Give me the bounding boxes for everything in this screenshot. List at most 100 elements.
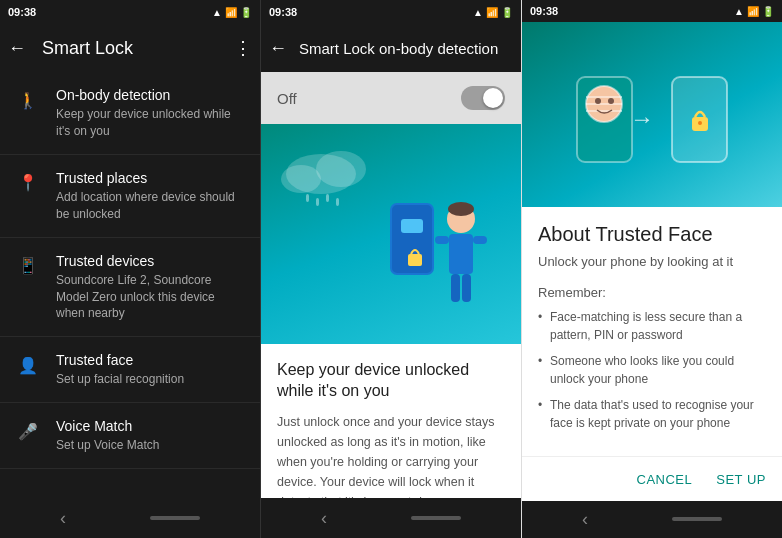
about-subtitle: Unlock your phone by looking at it [538, 254, 766, 269]
signal-icon: 📶 [225, 7, 237, 18]
remember-label: Remember: [538, 285, 766, 300]
status-bar-1: 09:38 ▲ 📶 🔋 [0, 0, 260, 24]
status-bar-2: 09:38 ▲ 📶 🔋 [261, 0, 521, 24]
home-indicator-3[interactable] [672, 517, 722, 521]
svg-rect-16 [462, 274, 471, 302]
trusted-places-subtitle: Add location where device should be unlo… [56, 189, 244, 223]
trusted-face-title: Trusted face [56, 351, 184, 369]
bullet-item-1: Face-matching is less secure than a patt… [538, 308, 766, 344]
panel-smart-lock: 09:38 ▲ 📶 🔋 ← Smart Lock ⋮ 🚶 On-body det… [0, 0, 261, 538]
back-nav-icon-2[interactable]: ‹ [321, 508, 327, 529]
trusted-places-text: Trusted places Add location where device… [56, 169, 244, 223]
home-indicator-2[interactable] [411, 516, 461, 520]
status-icons-3: ▲ 📶 🔋 [734, 6, 774, 17]
svg-rect-3 [306, 194, 309, 202]
wifi-icon: ▲ [212, 7, 222, 18]
toggle-label: Off [277, 90, 297, 107]
on-body-icon: 🚶 [16, 88, 40, 112]
trusted-face-text: Trusted face Set up facial recognition [56, 351, 184, 388]
svg-rect-8 [401, 219, 423, 233]
bullet-item-2: Someone who looks like you could unlock … [538, 352, 766, 388]
signal-icon-2: 📶 [486, 7, 498, 18]
trusted-devices-text: Trusted devices Soundcore Life 2, Soundc… [56, 252, 244, 323]
panel1-title: Smart Lock [42, 38, 218, 59]
svg-rect-5 [326, 194, 329, 202]
more-button-1[interactable]: ⋮ [234, 37, 252, 59]
signal-icon-3: 📶 [747, 6, 759, 17]
bottom-nav-1: ‹ [0, 498, 260, 538]
svg-point-23 [608, 98, 614, 104]
trusted-devices-title: Trusted devices [56, 252, 244, 270]
menu-item-on-body[interactable]: 🚶 On-body detection Keep your device unl… [0, 72, 260, 155]
top-bar-2: ← Smart Lock on-body detection [261, 24, 521, 72]
voice-match-subtitle: Set up Voice Match [56, 437, 159, 454]
voice-match-title: Voice Match [56, 417, 159, 435]
trusted-face-illustration: → [522, 22, 782, 207]
svg-rect-14 [473, 236, 487, 244]
illustration-svg [261, 124, 521, 344]
on-body-title: On-body detection [56, 86, 244, 104]
on-body-text: On-body detection Keep your device unloc… [56, 86, 244, 140]
svg-point-2 [281, 165, 321, 193]
trusted-face-subtitle: Set up facial recognition [56, 371, 184, 388]
on-body-subtitle: Keep your device unlocked while it's on … [56, 106, 244, 140]
svg-text:→: → [630, 105, 654, 132]
bottom-nav-3: ‹ [522, 501, 782, 538]
panel-on-body-detection: 09:38 ▲ 📶 🔋 ← Smart Lock on-body detecti… [261, 0, 522, 538]
toggle-row: Off [261, 72, 521, 124]
status-icons-1: ▲ 📶 🔋 [212, 7, 252, 18]
bullet-list: Face-matching is less secure than a patt… [538, 308, 766, 432]
on-body-illustration [261, 124, 521, 344]
menu-item-voice-match[interactable]: 🎤 Voice Match Set up Voice Match [0, 403, 260, 469]
panel2-title: Smart Lock on-body detection [299, 40, 513, 57]
wifi-icon-3: ▲ [734, 6, 744, 17]
svg-rect-13 [435, 236, 449, 244]
about-title: About Trusted Face [538, 223, 766, 246]
toggle-switch[interactable] [461, 86, 505, 110]
trusted-places-title: Trusted places [56, 169, 244, 187]
about-section: About Trusted Face Unlock your phone by … [522, 207, 782, 456]
content-body: Just unlock once and your device stays u… [277, 412, 505, 498]
bullet-item-3: The data that's used to recognise your f… [538, 396, 766, 432]
trusted-devices-subtitle: Soundcore Life 2, Soundcore Model Zero u… [56, 272, 244, 322]
back-button-1[interactable]: ← [8, 38, 26, 59]
battery-icon: 🔋 [240, 7, 252, 18]
svg-rect-6 [336, 198, 339, 206]
status-icons-2: ▲ 📶 🔋 [473, 7, 513, 18]
bottom-nav-2: ‹ [261, 498, 521, 538]
trusted-face-icon: 👤 [16, 353, 40, 377]
svg-rect-12 [449, 234, 473, 274]
menu-item-trusted-places[interactable]: 📍 Trusted places Add location where devi… [0, 155, 260, 238]
content-heading: Keep your device unlocked while it's on … [277, 360, 505, 402]
menu-list: 🚶 On-body detection Keep your device unl… [0, 72, 260, 498]
home-indicator-1[interactable] [150, 516, 200, 520]
svg-point-22 [595, 98, 601, 104]
trusted-devices-icon: 📱 [16, 254, 40, 278]
back-nav-icon-3[interactable]: ‹ [582, 509, 588, 530]
status-time-2: 09:38 [269, 6, 297, 18]
status-time-3: 09:38 [530, 5, 558, 17]
wifi-icon-2: ▲ [473, 7, 483, 18]
svg-rect-15 [451, 274, 460, 302]
back-nav-icon-1[interactable]: ‹ [60, 508, 66, 529]
setup-button[interactable]: SET UP [716, 472, 766, 487]
svg-rect-4 [316, 198, 319, 206]
on-body-content: Keep your device unlocked while it's on … [261, 344, 521, 498]
status-bar-3: 09:38 ▲ 📶 🔋 [522, 0, 782, 22]
battery-icon-3: 🔋 [762, 6, 774, 17]
voice-match-icon: 🎤 [16, 419, 40, 443]
svg-point-1 [316, 151, 366, 187]
cancel-button[interactable]: CANCEL [637, 472, 693, 487]
svg-rect-9 [408, 254, 422, 266]
action-row: CANCEL SET UP [522, 456, 782, 501]
trusted-face-hero: → [522, 22, 782, 207]
trusted-places-icon: 📍 [16, 171, 40, 195]
battery-icon-2: 🔋 [501, 7, 513, 18]
menu-item-trusted-devices[interactable]: 📱 Trusted devices Soundcore Life 2, Soun… [0, 238, 260, 338]
panel-trusted-face: 09:38 ▲ 📶 🔋 → [522, 0, 782, 538]
menu-item-trusted-face[interactable]: 👤 Trusted face Set up facial recognition [0, 337, 260, 403]
svg-point-27 [698, 121, 702, 125]
voice-match-text: Voice Match Set up Voice Match [56, 417, 159, 454]
status-time-1: 09:38 [8, 6, 36, 18]
back-button-2[interactable]: ← [269, 38, 287, 59]
